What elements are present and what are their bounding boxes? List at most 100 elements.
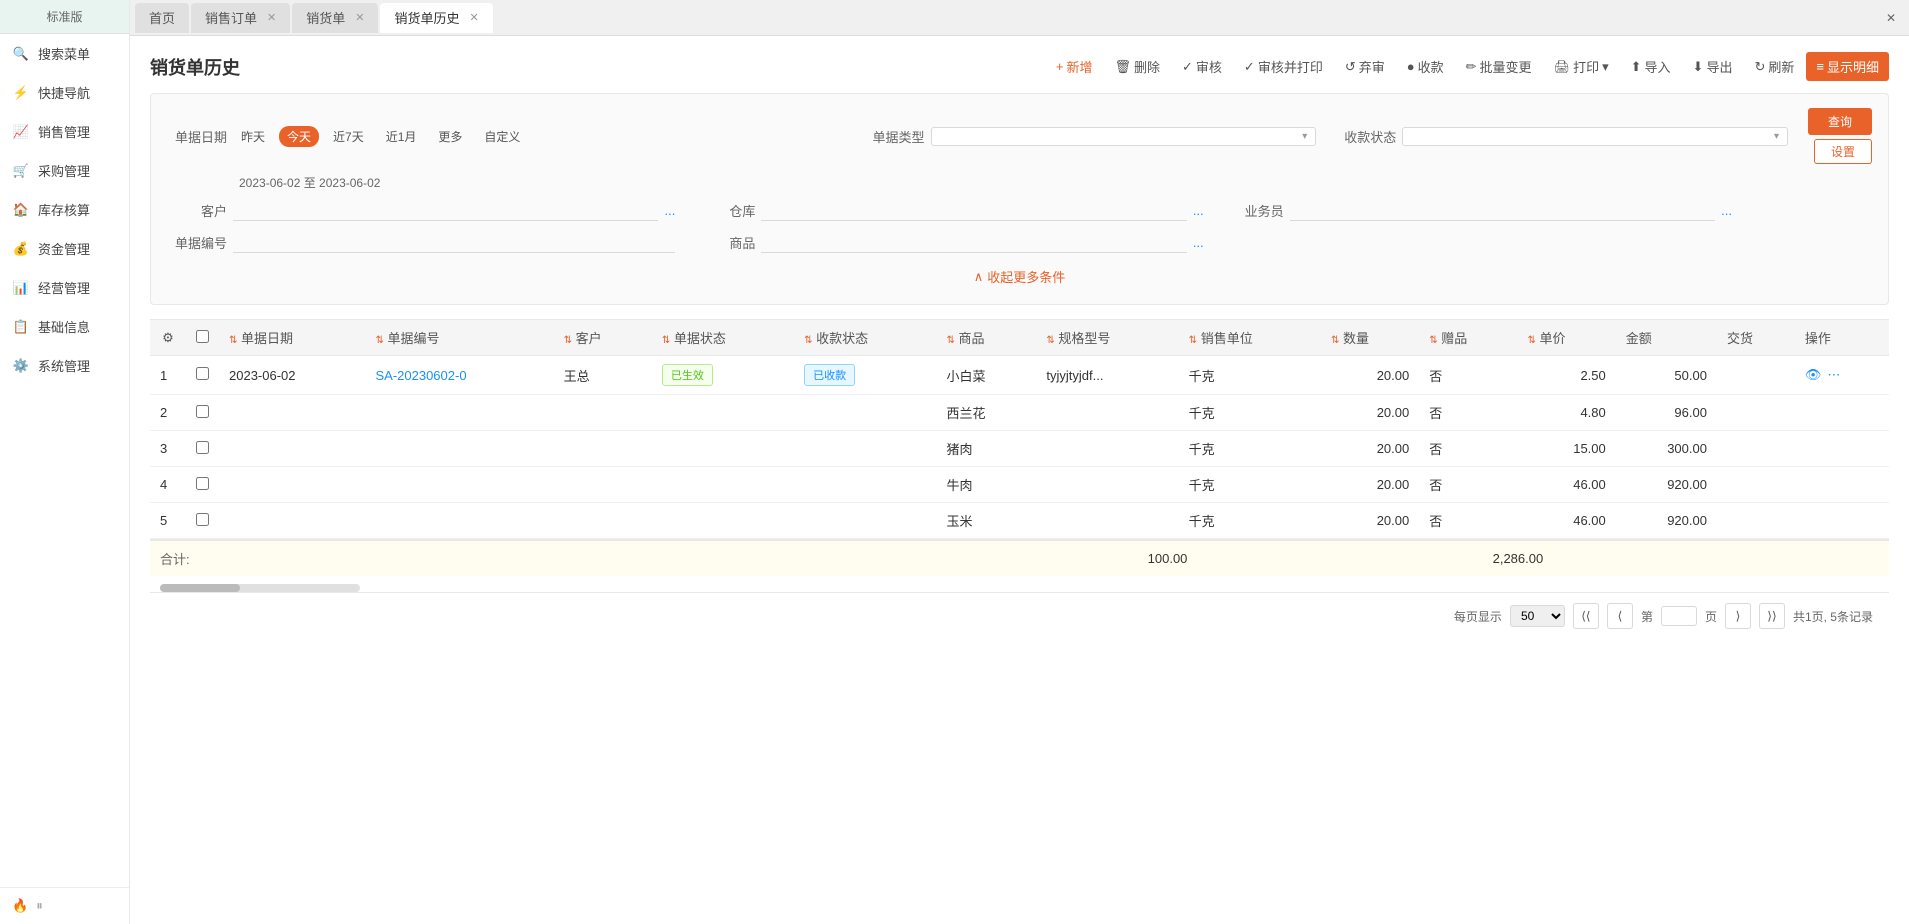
tab-sales-history-close[interactable]: ✕ [470,11,479,24]
col-product[interactable]: ⇅ 商品 [936,320,1036,356]
tab-sales-order-close[interactable]: ✕ [267,11,276,24]
audit-button[interactable]: ✓ 审核 [1172,52,1232,81]
query-button[interactable]: 查询 [1808,108,1872,135]
sidebar-pause-icon[interactable]: ⏸ [36,898,43,914]
tab-home[interactable]: 首页 [135,3,189,33]
date-1month[interactable]: 近1月 [378,126,425,147]
settings-button[interactable]: 设置 [1814,139,1872,164]
col-doc-status[interactable]: ⇅ 单据状态 [652,320,794,356]
doc-type-select[interactable]: ▾ [931,127,1317,146]
row-select[interactable] [196,441,209,454]
row-checkbox[interactable] [186,356,219,395]
sidebar-item-finance[interactable]: 💰 资金管理 [0,229,129,268]
tab-sales-order[interactable]: 销售订单 ✕ [191,3,290,33]
salesperson-dots[interactable]: ... [1721,203,1732,218]
close-all-tabs[interactable]: ✕ [1878,7,1904,29]
row-checkbox[interactable] [186,467,219,503]
row-select[interactable] [196,405,209,418]
tab-sales-delivery-close[interactable]: ✕ [355,11,364,24]
tab-sales-delivery[interactable]: 销货单 ✕ [292,3,378,33]
row-spec: tyjyjtyjdf... [1036,356,1178,395]
row-checkbox[interactable] [186,503,219,539]
filter-collapse[interactable]: ∧ 收起更多条件 [167,263,1872,290]
row-doc-status [652,395,794,431]
sidebar: 标准版 🔍 搜索菜单 ⚡ 快捷导航 📈 销售管理 🛒 采购管理 🏠 库存核算 💰… [0,0,130,924]
warehouse-input[interactable] [761,199,1186,221]
customer-dots[interactable]: ... [664,203,675,218]
row-select[interactable] [196,513,209,526]
warehouse-dots[interactable]: ... [1193,203,1204,218]
new-button[interactable]: + 新增 [1046,52,1103,81]
sidebar-item-quick-nav[interactable]: ⚡ 快捷导航 [0,73,129,112]
col-checkbox[interactable] [186,320,219,356]
show-detail-button[interactable]: ≡ 显示明细 [1806,52,1889,81]
row-doc-no[interactable] [365,431,553,467]
col-customer[interactable]: ⇅ 客户 [554,320,652,356]
row-doc-no[interactable]: SA-20230602-0 [365,356,553,395]
sidebar-item-basic-info[interactable]: 📋 基础信息 [0,307,129,346]
row-gift: 否 [1419,431,1517,467]
salesperson-input[interactable] [1290,199,1715,221]
sidebar-collapse-icon[interactable]: 🔥 [12,898,28,914]
audit-icon: ✓ [1182,59,1193,75]
row-doc-no[interactable] [365,395,553,431]
col-spec[interactable]: ⇅ 规格型号 [1036,320,1178,356]
prev-page-btn[interactable]: ⟨ [1607,603,1633,629]
payment-status-select[interactable]: ▾ [1402,127,1788,146]
row-select[interactable] [196,477,209,490]
date-custom[interactable]: 自定义 [476,126,528,147]
col-quantity[interactable]: ⇅ 数量 [1321,320,1419,356]
date-yesterday[interactable]: 昨天 [233,126,273,147]
col-payment-status[interactable]: ⇅ 收款状态 [794,320,936,356]
row-amount: 96.00 [1616,395,1717,431]
date-today[interactable]: 今天 [279,126,319,147]
per-page-select[interactable]: 50 100 [1510,605,1565,627]
date-more[interactable]: 更多 [430,126,470,147]
sidebar-item-operations[interactable]: 📊 经营管理 [0,268,129,307]
col-unit[interactable]: ⇅ 销售单位 [1179,320,1321,356]
sidebar-item-sales-mgmt[interactable]: 📈 销售管理 [0,112,129,151]
col-gift[interactable]: ⇅ 赠品 [1419,320,1517,356]
col-amount[interactable]: 金额 [1616,320,1717,356]
first-page-btn[interactable]: ⟨⟨ [1573,603,1599,629]
customer-input[interactable] [233,199,658,221]
row-checkbox[interactable] [186,431,219,467]
print-button[interactable]: 🖨 打印 ▾ [1544,52,1619,81]
export-button[interactable]: ⬇ 导出 [1683,52,1743,81]
col-unit-price[interactable]: ⇅ 单价 [1518,320,1616,356]
delete-button[interactable]: 🗑 删除 [1104,52,1170,81]
next-page-btn[interactable]: ⟩ [1725,603,1751,629]
row-doc-no[interactable] [365,503,553,539]
row-checkbox[interactable] [186,395,219,431]
col-transaction[interactable]: 交货 [1717,320,1795,356]
import-button[interactable]: ⬆ 导入 [1621,52,1681,81]
sidebar-item-system-mgmt[interactable]: ⚙️ 系统管理 [0,346,129,385]
batch-change-button[interactable]: ✏ 批量变更 [1456,52,1542,81]
page-input[interactable]: 1 [1661,606,1697,626]
view-icon[interactable]: 👁 [1805,367,1822,382]
more-icon[interactable]: ⋯ [1827,367,1840,382]
audit-print-button[interactable]: ✓ 审核并打印 [1234,52,1333,81]
doc-no-input[interactable] [233,231,675,253]
select-all-checkbox[interactable] [196,330,209,343]
sort-icon: ⇅ [804,335,812,346]
tab-sales-history[interactable]: 销货单历史 ✕ [380,3,492,33]
sidebar-item-inventory[interactable]: 🏠 库存核算 [0,190,129,229]
collect-button[interactable]: ● 收款 [1397,52,1454,81]
refresh-button[interactable]: ↻ 刷新 [1744,52,1804,81]
col-date[interactable]: ⇅ 单据日期 [219,320,365,356]
scroll-thumb[interactable] [160,584,240,592]
abandon-button[interactable]: ↺ 弃审 [1335,52,1395,81]
product-input[interactable] [761,231,1186,253]
row-doc-no[interactable] [365,467,553,503]
row-select[interactable] [196,367,209,380]
row-date [219,395,365,431]
sidebar-item-purchase-mgmt[interactable]: 🛒 采购管理 [0,151,129,190]
col-settings[interactable]: ⚙ [150,320,186,356]
sidebar-item-search-menu[interactable]: 🔍 搜索菜单 [0,34,129,73]
product-dots[interactable]: ... [1193,235,1204,250]
last-page-btn[interactable]: ⟩⟩ [1759,603,1785,629]
horizontal-scrollbar[interactable] [160,584,360,592]
col-doc-no[interactable]: ⇅ 单据编号 [365,320,553,356]
date-7days[interactable]: 近7天 [325,126,372,147]
